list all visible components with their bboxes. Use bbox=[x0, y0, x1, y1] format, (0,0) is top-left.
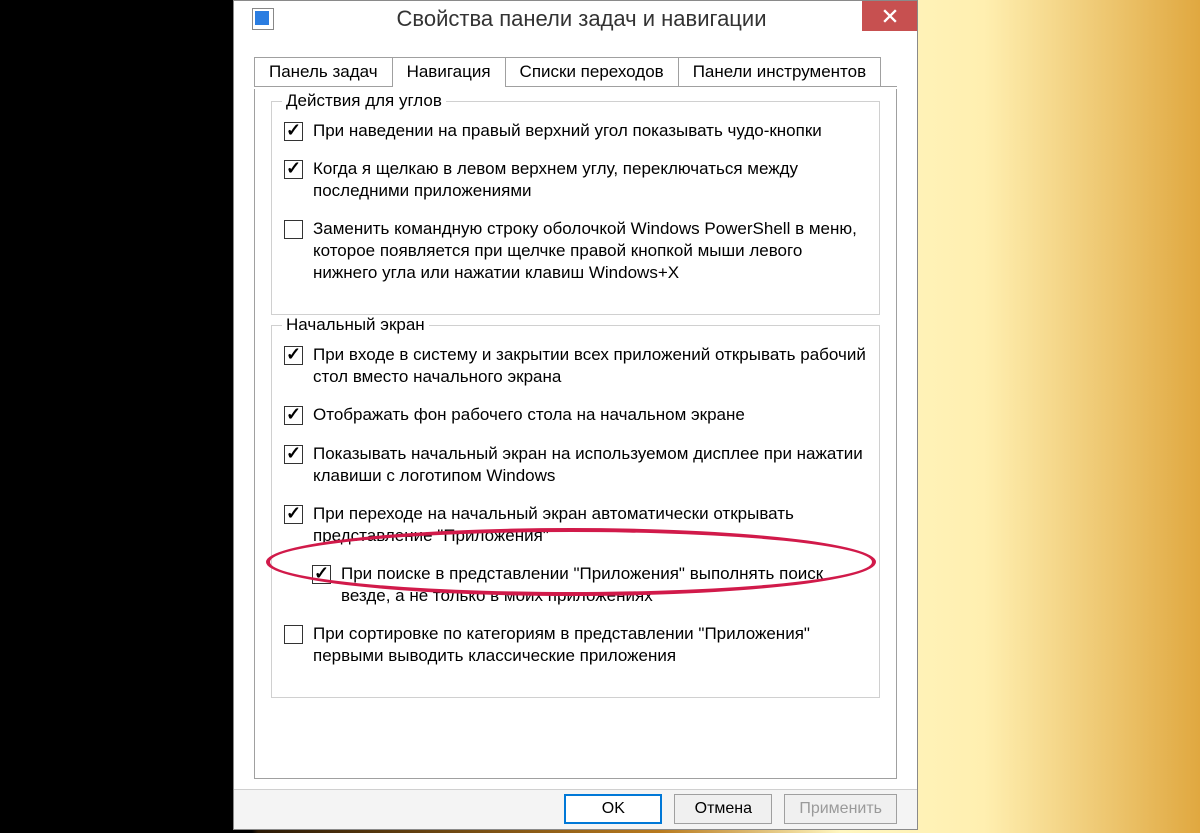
checkbox-apps-view[interactable] bbox=[284, 505, 303, 524]
label-show-charms: При наведении на правый верхний угол пок… bbox=[313, 120, 867, 142]
tab-toolbars[interactable]: Панели инструментов bbox=[678, 57, 881, 86]
group-title-corners: Действия для углов bbox=[282, 91, 446, 111]
dialog-title: Свойства панели задач и навигации bbox=[286, 6, 917, 32]
label-apps-view: При переходе на начальный экран автомати… bbox=[313, 503, 867, 547]
checkbox-row-search-everywhere[interactable]: При поиске в представлении "Приложения" … bbox=[312, 563, 867, 607]
tab-navigation[interactable]: Навигация bbox=[392, 57, 506, 87]
checkbox-search-everywhere[interactable] bbox=[312, 565, 331, 584]
checkbox-row-show-charms[interactable]: При наведении на правый верхний угол пок… bbox=[284, 120, 867, 142]
dialog-footer: OK Отмена Применить bbox=[234, 789, 917, 829]
label-desktop-on-signin: При входе в систему и закрытии всех прил… bbox=[313, 344, 867, 388]
ok-button[interactable]: OK bbox=[564, 794, 662, 824]
cancel-button[interactable]: Отмена bbox=[674, 794, 772, 824]
checkbox-row-start-on-display[interactable]: Показывать начальный экран на используем… bbox=[284, 443, 867, 487]
label-start-on-display: Показывать начальный экран на используем… bbox=[313, 443, 867, 487]
app-icon bbox=[252, 8, 274, 30]
label-desktop-bg-on-start: Отображать фон рабочего стола на начальн… bbox=[313, 404, 867, 426]
dialog-body: Панель задач Навигация Списки переходов … bbox=[234, 37, 917, 789]
checkbox-switch-apps[interactable] bbox=[284, 160, 303, 179]
tab-panel-navigation: Действия для углов При наведении на прав… bbox=[254, 89, 897, 779]
label-switch-apps: Когда я щелкаю в левом верхнем углу, пер… bbox=[313, 158, 867, 202]
checkbox-desktop-on-signin[interactable] bbox=[284, 346, 303, 365]
taskbar-navigation-properties-dialog: Свойства панели задач и навигации Панель… bbox=[233, 0, 918, 830]
group-title-start: Начальный экран bbox=[282, 315, 429, 335]
titlebar: Свойства панели задач и навигации bbox=[234, 1, 917, 37]
checkbox-start-on-display[interactable] bbox=[284, 445, 303, 464]
close-button[interactable] bbox=[862, 1, 917, 31]
checkbox-row-powershell[interactable]: Заменить командную строку оболочкой Wind… bbox=[284, 218, 867, 284]
checkbox-desktop-bg-on-start[interactable] bbox=[284, 406, 303, 425]
group-corner-actions: Действия для углов При наведении на прав… bbox=[271, 101, 880, 316]
tab-row: Панель задач Навигация Списки переходов … bbox=[254, 57, 897, 87]
checkbox-row-apps-view[interactable]: При переходе на начальный экран автомати… bbox=[284, 503, 867, 547]
label-desktop-apps-first: При сортировке по категориям в представл… bbox=[313, 623, 867, 667]
group-start-screen: Начальный экран При входе в систему и за… bbox=[271, 325, 880, 698]
close-icon bbox=[883, 9, 897, 23]
checkbox-desktop-apps-first[interactable] bbox=[284, 625, 303, 644]
checkbox-row-switch-apps[interactable]: Когда я щелкаю в левом верхнем углу, пер… bbox=[284, 158, 867, 202]
checkbox-powershell[interactable] bbox=[284, 220, 303, 239]
checkbox-row-desktop-apps-first[interactable]: При сортировке по категориям в представл… bbox=[284, 623, 867, 667]
label-powershell: Заменить командную строку оболочкой Wind… bbox=[313, 218, 867, 284]
tab-taskbar[interactable]: Панель задач bbox=[254, 57, 393, 86]
checkbox-row-desktop-on-signin[interactable]: При входе в систему и закрытии всех прил… bbox=[284, 344, 867, 388]
tab-jumplists[interactable]: Списки переходов bbox=[505, 57, 679, 86]
apply-button[interactable]: Применить bbox=[784, 794, 897, 824]
checkbox-show-charms[interactable] bbox=[284, 122, 303, 141]
label-search-everywhere: При поиске в представлении "Приложения" … bbox=[341, 563, 867, 607]
checkbox-row-desktop-bg-on-start[interactable]: Отображать фон рабочего стола на начальн… bbox=[284, 404, 867, 426]
